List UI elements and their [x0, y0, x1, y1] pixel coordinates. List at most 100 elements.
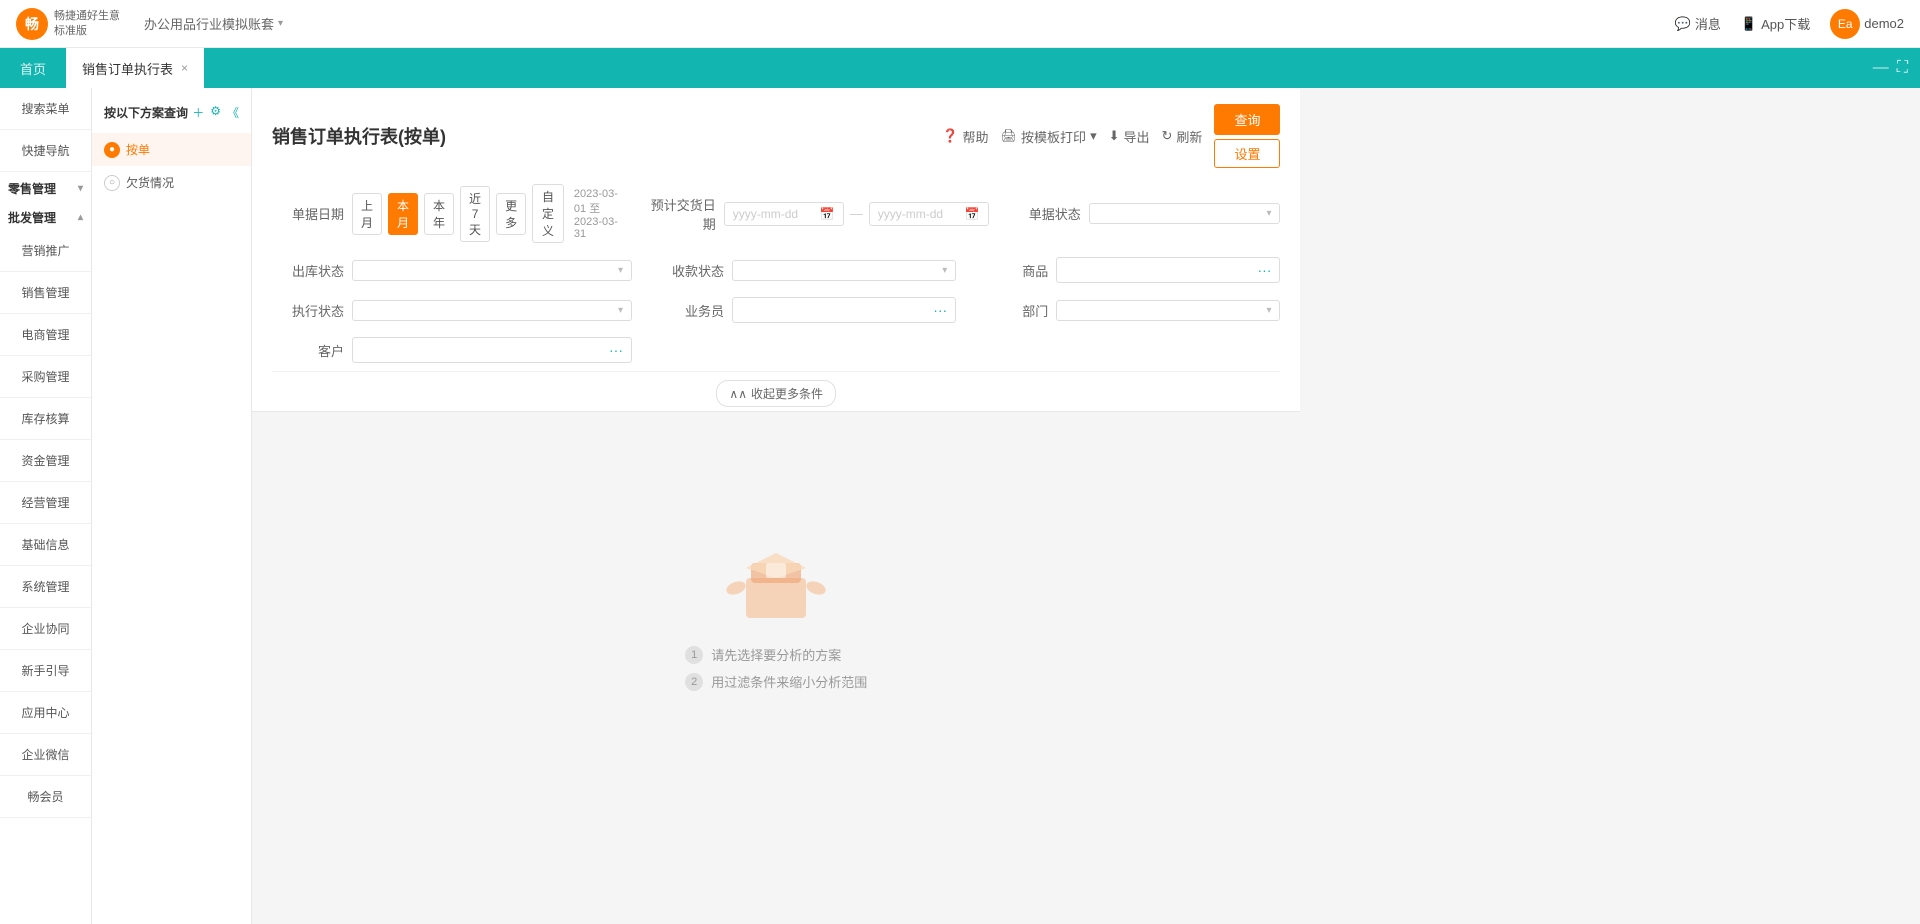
message-icon: 💬 [1675, 16, 1691, 32]
setting-button[interactable]: 设置 [1214, 139, 1280, 168]
tip-num-2: 2 [685, 673, 703, 691]
goods-input[interactable]: ··· [1056, 257, 1280, 283]
page: 按以下方案查询 ＋ ⚙ 《 ● 按单 ○ 欠货情况 销售订单执行表(按 [92, 88, 1300, 924]
customer-input[interactable]: ··· [352, 337, 632, 363]
sidebar-item-purchase[interactable]: 采购管理 [0, 356, 91, 398]
calendar-icon-2: 📅 [965, 207, 980, 221]
maximize-icon[interactable]: ⛶ [1897, 59, 1908, 77]
date-btn-last-month[interactable]: 上月 [352, 193, 382, 235]
sidebar-item-inventory[interactable]: 库存核算 [0, 398, 91, 440]
status-label: 单据状态 [1009, 204, 1089, 223]
brand-icon: 畅 [16, 8, 48, 40]
query-button[interactable]: 查询 [1214, 104, 1280, 135]
sidebar-item-wechat[interactable]: 企业微信 [0, 734, 91, 776]
sidebar-item-finance[interactable]: 资金管理 [0, 440, 91, 482]
sidebar-item-app-center[interactable]: 应用中心 [0, 692, 91, 734]
help-button[interactable]: ❓ 帮助 [942, 127, 988, 146]
brand-logo: 畅 畅捷通好生意 标准版 [16, 8, 120, 40]
user-avatar[interactable]: Ea demo2 [1830, 9, 1904, 39]
shipment-select[interactable]: ▾ [352, 260, 632, 281]
chevron-down-icon-4: ▾ [618, 305, 623, 316]
more-icon-2: ··· [933, 302, 947, 318]
date-btn-this-month[interactable]: 本月 [388, 193, 418, 235]
tip-text-2: 用过滤条件来缩小分析范围 [711, 672, 867, 691]
plan-dot-grey: ○ [104, 175, 120, 191]
date-btn-7days[interactable]: 近7天 [460, 186, 490, 242]
add-plan-icon[interactable]: ＋ [192, 104, 204, 121]
minimize-icon[interactable]: — [1873, 59, 1889, 77]
chevron-down-icon-3: ▾ [942, 265, 947, 276]
tab-active[interactable]: 销售订单执行表 × [66, 48, 204, 88]
header-right: 💬 消息 📱 App下载 Ea demo2 [1675, 9, 1904, 39]
chevron-up-icon: ▴ [78, 212, 83, 223]
tab-close-icon[interactable]: × [181, 61, 188, 75]
salesman-label: 业务员 [652, 301, 732, 320]
page-title: 销售订单执行表(按单) [272, 123, 446, 149]
empty-tip-1: 1 请先选择要分析的方案 [685, 645, 867, 664]
sidebar-item-quick-nav[interactable]: 快捷导航 [0, 130, 91, 172]
sidebar-section-wholesale[interactable]: 批发管理 ▴ [0, 201, 91, 230]
status-select[interactable]: ▾ [1089, 203, 1281, 224]
page-actions: ❓ 帮助 🖨 按模板打印 ▾ ⬇ 导出 [942, 127, 1202, 146]
chevron-down-icon: ▾ [1266, 208, 1271, 219]
print-icon: 🖨 [1001, 128, 1018, 144]
export-button[interactable]: ⬇ 导出 [1109, 127, 1150, 146]
date-separator: — [850, 206, 863, 221]
expected-date-start[interactable]: yyyy-mm-dd 📅 [724, 202, 844, 226]
brand-text: 畅捷通好生意 标准版 [54, 9, 120, 38]
sidebar-item-marketing[interactable]: 营销推广 [0, 230, 91, 272]
plan-label-2: 欠货情况 [126, 174, 174, 191]
sidebar-section-retail[interactable]: 零售管理 ▾ [0, 172, 91, 201]
right-panel: 销售订单执行表(按单) ❓ 帮助 🖨 按模板打印 ▾ [252, 88, 1300, 924]
tab-home[interactable]: 首页 [0, 48, 66, 88]
template-print-button[interactable]: 🖨 按模板打印 ▾ [1001, 127, 1097, 146]
sidebar-item-member[interactable]: 畅会员 [0, 776, 91, 818]
collapse-icon: ∧∧ [729, 387, 747, 401]
shipment-label: 出库状态 [272, 261, 352, 280]
sidebar-item-system[interactable]: 系统管理 [0, 566, 91, 608]
sidebar-item-operations[interactable]: 经营管理 [0, 482, 91, 524]
sidebar-item-ecommerce[interactable]: 电商管理 [0, 314, 91, 356]
salesman-input[interactable]: ··· [732, 297, 956, 323]
breadcrumb-dropdown-icon[interactable]: ▾ [278, 18, 283, 29]
collapse-row: ∧∧ 收起更多条件 [272, 371, 1280, 411]
date-btn-more[interactable]: 更多 [496, 193, 526, 235]
date-btn-custom[interactable]: 自定义 [532, 184, 564, 243]
customer-label: 客户 [272, 341, 352, 360]
sidebar-item-basic[interactable]: 基础信息 [0, 524, 91, 566]
chevron-down-icon: ▾ [78, 183, 83, 194]
exec-select[interactable]: ▾ [352, 300, 632, 321]
refresh-icon: ↻ [1162, 128, 1173, 144]
edit-plan-icon[interactable]: ⚙ [210, 104, 221, 121]
filter-area: 单据日期 上月 本月 本年 近7天 更多 自定义 2023-03-01 至 20… [272, 184, 1280, 411]
sidebar-item-guide[interactable]: 新手引导 [0, 650, 91, 692]
payment-select[interactable]: ▾ [732, 260, 956, 281]
plan-dot-active: ● [104, 142, 120, 158]
dept-select[interactable]: ▾ [1056, 300, 1280, 321]
app-download-button[interactable]: 📱 App下载 [1741, 14, 1810, 33]
date-btn-this-year[interactable]: 本年 [424, 193, 454, 235]
page-title-row: 销售订单执行表(按单) ❓ 帮助 🖨 按模板打印 ▾ [272, 104, 1280, 168]
collapse-button[interactable]: ∧∧ 收起更多条件 [716, 380, 836, 407]
tip-num-1: 1 [685, 646, 703, 664]
sidebar-item-enterprise[interactable]: 企业协同 [0, 608, 91, 650]
breadcrumb-text: 办公用品行业模拟账套 [144, 14, 274, 33]
payment-label: 收款状态 [652, 261, 732, 280]
empty-tips: 1 请先选择要分析的方案 2 用过滤条件来缩小分析范围 [685, 645, 867, 691]
chevron-down-icon-5: ▾ [1266, 305, 1271, 316]
date-label: 单据日期 [272, 204, 352, 223]
plan-item-欠货情况[interactable]: ○ 欠货情况 [92, 166, 251, 199]
sidebar-item-sales[interactable]: 销售管理 [0, 272, 91, 314]
help-icon: ❓ [942, 128, 958, 144]
sidebar-item-search[interactable]: 搜索菜单 [0, 88, 91, 130]
expected-date-label: 预计交货日期 [644, 195, 724, 233]
refresh-button[interactable]: ↻ 刷新 [1162, 127, 1203, 146]
plan-item-按单[interactable]: ● 按单 [92, 133, 251, 166]
collapse-panel-icon[interactable]: 《 [227, 104, 239, 121]
collapse-label: 收起更多条件 [751, 385, 823, 402]
expected-date-end[interactable]: yyyy-mm-dd 📅 [869, 202, 989, 226]
top-header: 畅 畅捷通好生意 标准版 办公用品行业模拟账套 ▾ 💬 消息 📱 App下载 E… [0, 0, 1920, 48]
message-button[interactable]: 💬 消息 [1675, 14, 1721, 33]
empty-tip-2: 2 用过滤条件来缩小分析范围 [685, 672, 867, 691]
exec-label: 执行状态 [272, 301, 352, 320]
